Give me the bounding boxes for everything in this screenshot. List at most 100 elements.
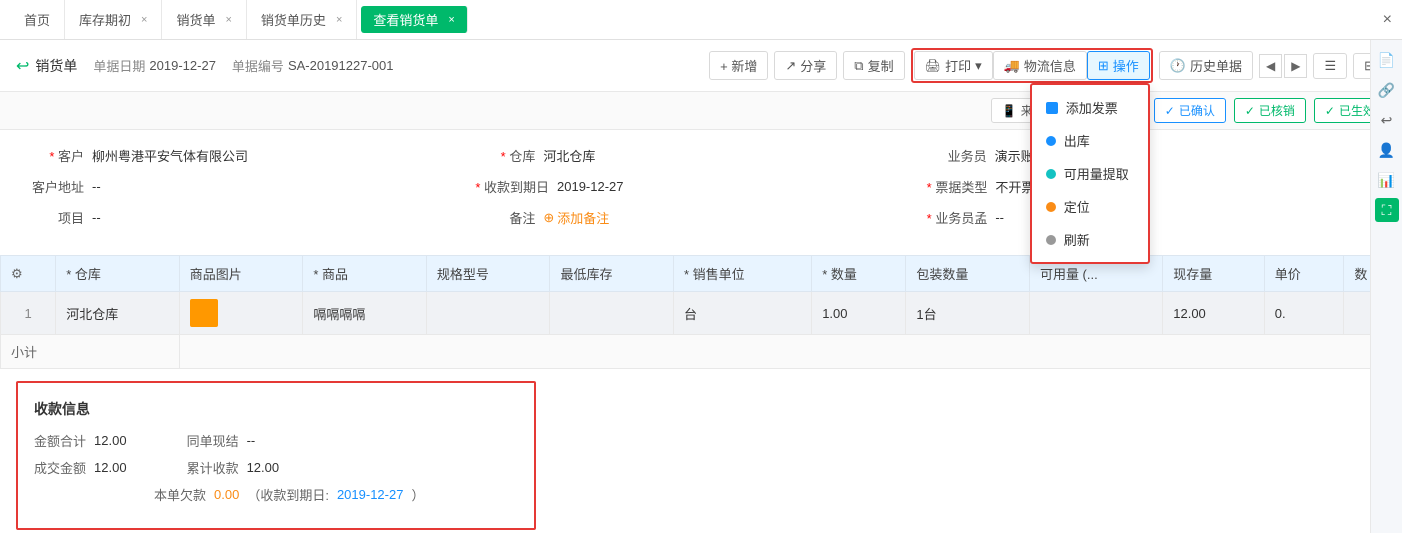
due-date-field: 收款到期日 2019-12-27 xyxy=(475,177,926,196)
subtotal-row: 小计 xyxy=(1,335,1402,369)
sidebar-expand-icon[interactable]: ⛶ xyxy=(1375,198,1399,222)
dropdown-outbound[interactable]: 出库 xyxy=(1032,124,1148,157)
sidebar-chart-icon[interactable]: 📊 xyxy=(1375,168,1399,192)
tab-sales-history-close[interactable]: × xyxy=(336,14,342,26)
row-unit-price: 0. xyxy=(1264,292,1344,335)
tab-sales[interactable]: 销货单 × xyxy=(162,0,246,39)
logistics-button[interactable]: 🚚 物流信息 xyxy=(993,51,1087,80)
row-available xyxy=(1029,292,1162,335)
receipt-row-1: 金额合计 12.00 同单现结 -- xyxy=(34,431,518,450)
add-note-icon: ⊕ xyxy=(543,210,554,226)
doc-header: ↩ 销货单 单据日期 2019-12-27 单据编号 SA-20191227-0… xyxy=(0,40,1402,92)
address-label: 客户地址 xyxy=(24,177,84,196)
row-product: 嗝嗝嗝嗝 xyxy=(303,292,427,335)
table-header-row: ⚙ * 仓库 商品图片 * 商品 规格型号 最低库存 * 销售单位 * 数量 包… xyxy=(1,256,1402,292)
window-close-button[interactable]: × xyxy=(1383,11,1392,29)
view-list-button[interactable]: ☰ xyxy=(1313,53,1347,79)
col-quantity: * 数量 xyxy=(812,256,906,292)
nav-next-button[interactable]: ▶ xyxy=(1284,54,1307,78)
sidebar-user-icon[interactable]: 👤 xyxy=(1375,138,1399,162)
row-min-stock xyxy=(550,292,674,335)
customer-field: 客户 柳州粤港平安气体有限公司 xyxy=(24,146,475,165)
tab-home-label: 首页 xyxy=(24,10,50,29)
col-package-qty: 包装数量 xyxy=(906,256,1030,292)
print-icon: 🖨 xyxy=(925,58,942,74)
table-row: 1 河北仓库 嗝嗝嗝嗝 台 1.00 1台 12.00 0. xyxy=(1,292,1402,335)
col-unit-price: 单价 xyxy=(1264,256,1344,292)
doc-date-field: 单据日期 2019-12-27 xyxy=(93,56,216,75)
sidebar-link-icon[interactable]: 🔗 xyxy=(1375,78,1399,102)
new-button[interactable]: + 新增 xyxy=(709,51,768,80)
product-image xyxy=(190,299,218,327)
tab-sales-close[interactable]: × xyxy=(225,14,231,26)
tab-inventory[interactable]: 库存期初 × xyxy=(65,0,162,39)
transaction-field: 成交金额 12.00 xyxy=(34,458,127,477)
dropdown-add-invoice[interactable]: 添加发票 xyxy=(1032,91,1148,124)
doc-title-text: 销货单 xyxy=(35,56,77,76)
col-settings[interactable]: ⚙ xyxy=(1,256,56,292)
tab-view-sales[interactable]: 查看销货单 × xyxy=(361,6,467,33)
same-order-field: 同单现结 -- xyxy=(187,431,256,450)
address-field: 客户地址 -- xyxy=(24,177,475,196)
doc-meta: 单据日期 2019-12-27 单据编号 SA-20191227-001 xyxy=(93,56,393,75)
copy-button[interactable]: ⧉ 复制 xyxy=(843,51,904,80)
col-spec: 规格型号 xyxy=(426,256,550,292)
sidebar-back-icon[interactable]: ↩ xyxy=(1375,108,1399,132)
tab-view-sales-label: 查看销货单 xyxy=(373,10,438,29)
dropdown-locate[interactable]: 定位 xyxy=(1032,190,1148,223)
effect-icon: ✓ xyxy=(1325,104,1335,118)
outbound-icon xyxy=(1046,136,1056,146)
note-field: 备注 ⊕ 添加备注 xyxy=(475,208,926,227)
col-current-stock: 现存量 xyxy=(1163,256,1265,292)
doc-number-field: 单据编号 SA-20191227-001 xyxy=(232,56,394,75)
tab-sales-label: 销货单 xyxy=(176,10,215,29)
add-note-button[interactable]: ⊕ 添加备注 xyxy=(543,208,609,227)
owe-field: 本单欠款 0.00 （收款到期日: 2019-12-27 ） xyxy=(154,485,424,504)
warehouse-field: 仓库 河北仓库 xyxy=(475,146,926,165)
operation-label: 操作 xyxy=(1113,56,1139,75)
dropdown-refresh[interactable]: 刷新 xyxy=(1032,223,1148,256)
dropdown-available-qty[interactable]: 可用量提取 xyxy=(1032,157,1148,190)
operation-button[interactable]: ⊞ 操作 xyxy=(1087,51,1150,80)
tab-bar: 首页 库存期初 × 销货单 × 销货单历史 × 查看销货单 × × xyxy=(0,0,1402,40)
project-field: 项目 -- xyxy=(24,208,475,227)
print-dropdown-arrow: ▾ xyxy=(975,58,982,74)
warehouse-value: 河北仓库 xyxy=(543,146,595,165)
confirm-button[interactable]: ✓ 已确认 xyxy=(1154,98,1226,123)
salesman-label: 业务员孟 xyxy=(927,208,988,227)
print-button[interactable]: 🖨 打印 ▾ xyxy=(914,51,993,80)
ticket-field: 票据类型 不开票 xyxy=(927,177,1378,196)
tab-inventory-label: 库存期初 xyxy=(79,10,131,29)
nav-prev-button[interactable]: ◀ xyxy=(1259,54,1282,78)
sold-button[interactable]: ✓ 已核销 xyxy=(1234,98,1306,123)
same-order-label: 同单现结 xyxy=(187,431,239,450)
sidebar-doc-icon[interactable]: 📄 xyxy=(1375,48,1399,72)
owe-value: 0.00 xyxy=(214,487,239,502)
tab-inventory-close[interactable]: × xyxy=(141,14,147,26)
locate-label: 定位 xyxy=(1064,197,1090,216)
tab-view-sales-close[interactable]: × xyxy=(448,14,454,26)
ticket-label: 票据类型 xyxy=(927,177,988,196)
tab-sales-history[interactable]: 销货单历史 × xyxy=(247,0,357,39)
customer-value: 柳州粤港平安气体有限公司 xyxy=(92,146,248,165)
row-product-img xyxy=(179,292,303,335)
add-invoice-label: 添加发票 xyxy=(1066,98,1118,117)
staff-label: 业务员 xyxy=(927,146,987,165)
row-quantity: 1.00 xyxy=(812,292,906,335)
outbound-label: 出库 xyxy=(1064,131,1090,150)
form-row-2: 客户地址 -- 收款到期日 2019-12-27 票据类型 不开票 xyxy=(24,177,1378,196)
cumulative-label: 累计收款 xyxy=(187,458,239,477)
share-button[interactable]: ↗ 分享 xyxy=(774,51,837,80)
same-order-value: -- xyxy=(247,433,256,448)
history-button[interactable]: 🕐 历史单据 xyxy=(1159,51,1253,80)
refresh-label: 刷新 xyxy=(1064,230,1090,249)
tab-home[interactable]: 首页 xyxy=(10,0,65,39)
right-sidebar: 📄 🔗 ↩ 👤 📊 ⛶ xyxy=(1370,40,1402,533)
subtotal-values xyxy=(179,335,1401,369)
col-unit: * 销售单位 xyxy=(673,256,811,292)
settings-icon[interactable]: ⚙ xyxy=(11,266,23,281)
operation-grid-icon: ⊞ xyxy=(1098,58,1109,74)
project-value: -- xyxy=(92,210,101,225)
row-num: 1 xyxy=(1,292,56,335)
cumulative-value: 12.00 xyxy=(247,460,280,475)
